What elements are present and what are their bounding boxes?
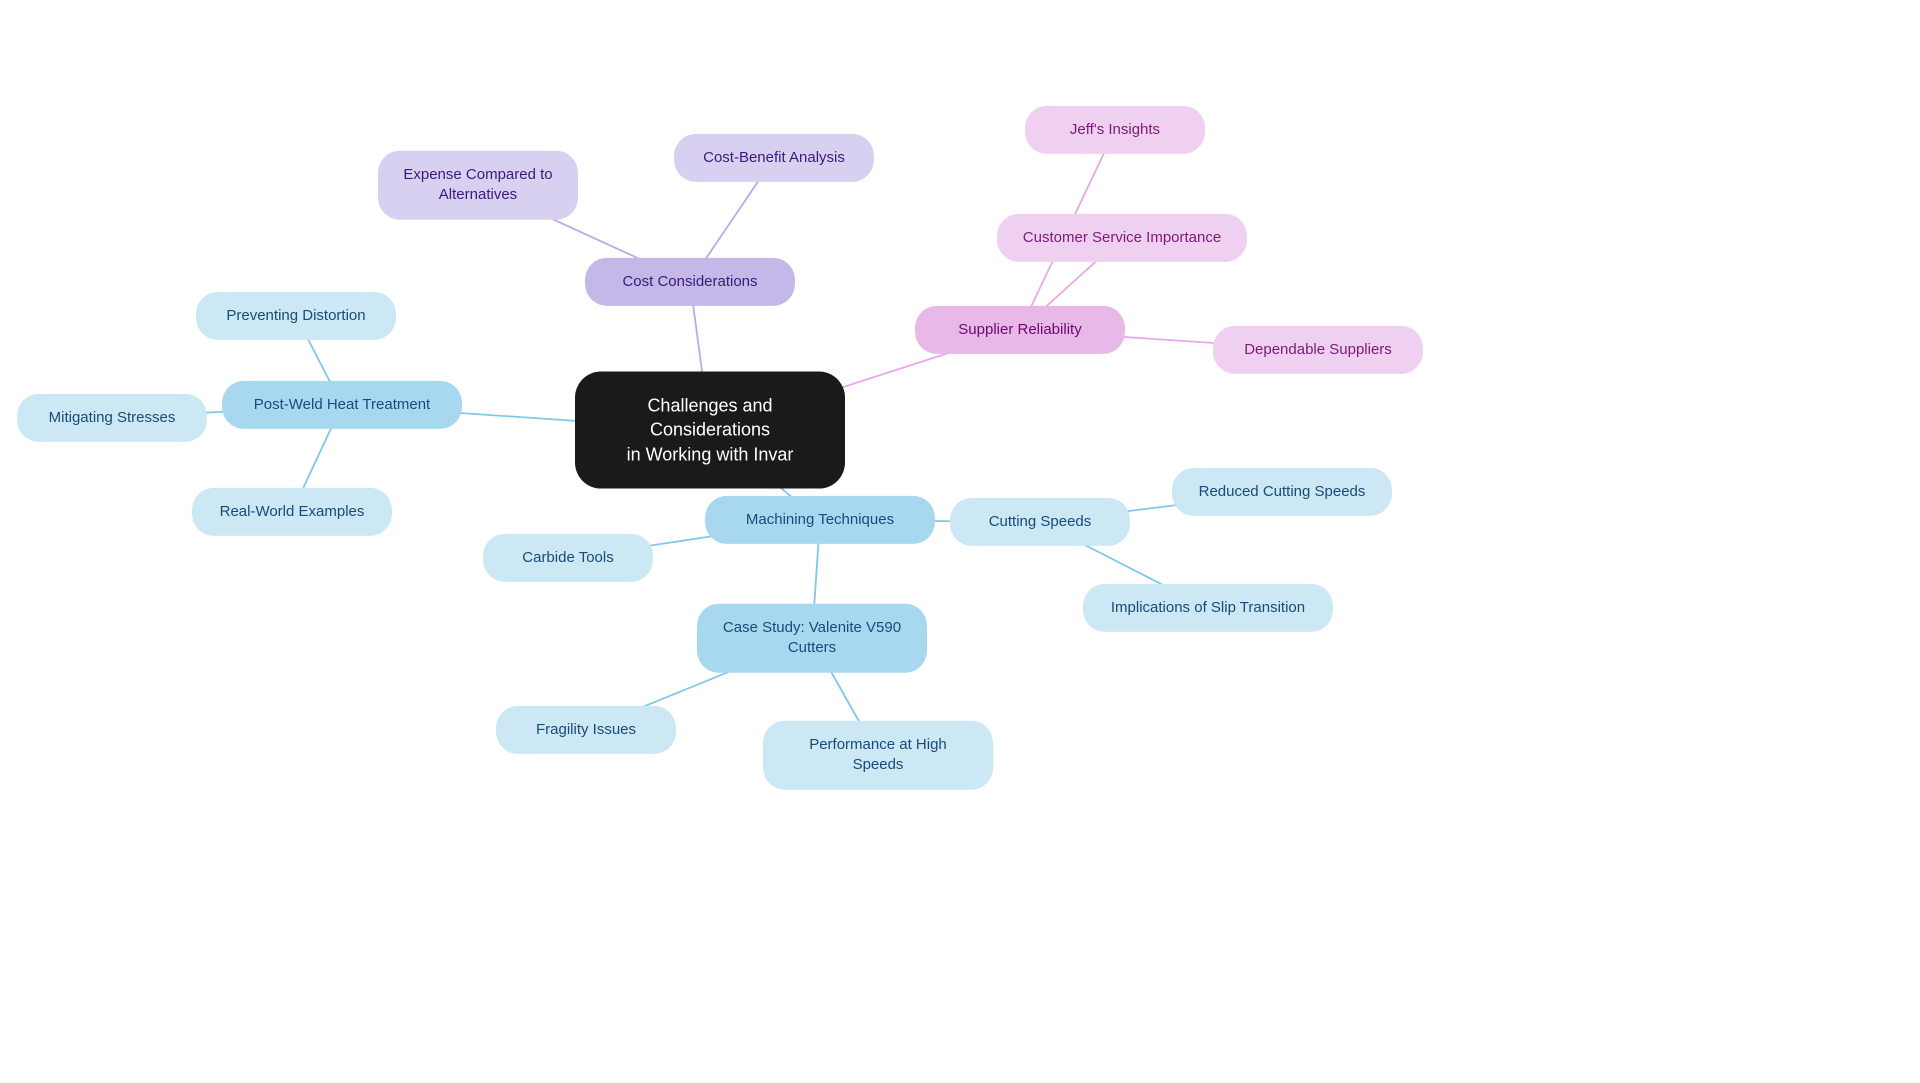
node-jeffs-insights[interactable]: Jeff's Insights bbox=[1025, 106, 1205, 154]
node-center[interactable]: Challenges and Considerationsin Working … bbox=[575, 372, 845, 489]
node-cost-considerations[interactable]: Cost Considerations bbox=[585, 258, 795, 306]
node-carbide-tools[interactable]: Carbide Tools bbox=[483, 534, 653, 582]
node-cost-benefit[interactable]: Cost-Benefit Analysis bbox=[674, 134, 874, 182]
node-real-world[interactable]: Real-World Examples bbox=[192, 488, 392, 536]
node-cutting-speeds[interactable]: Cutting Speeds bbox=[950, 498, 1130, 546]
node-mitigating-stresses[interactable]: Mitigating Stresses bbox=[17, 394, 207, 442]
node-fragility-issues[interactable]: Fragility Issues bbox=[496, 706, 676, 754]
node-customer-service[interactable]: Customer Service Importance bbox=[997, 214, 1247, 262]
node-implications-slip[interactable]: Implications of Slip Transition bbox=[1083, 584, 1333, 632]
node-dependable-suppliers[interactable]: Dependable Suppliers bbox=[1213, 326, 1423, 374]
node-expense-compared[interactable]: Expense Compared toAlternatives bbox=[378, 151, 578, 220]
node-supplier-reliability[interactable]: Supplier Reliability bbox=[915, 306, 1125, 354]
node-case-study[interactable]: Case Study: Valenite V590Cutters bbox=[697, 604, 927, 673]
node-machining-techniques[interactable]: Machining Techniques bbox=[705, 496, 935, 544]
node-reduced-cutting[interactable]: Reduced Cutting Speeds bbox=[1172, 468, 1392, 516]
node-performance-high-speeds[interactable]: Performance at High Speeds bbox=[763, 721, 993, 790]
mind-map-canvas: Challenges and Considerationsin Working … bbox=[0, 0, 1920, 1083]
node-post-weld[interactable]: Post-Weld Heat Treatment bbox=[222, 381, 462, 429]
node-preventing-distortion[interactable]: Preventing Distortion bbox=[196, 292, 396, 340]
